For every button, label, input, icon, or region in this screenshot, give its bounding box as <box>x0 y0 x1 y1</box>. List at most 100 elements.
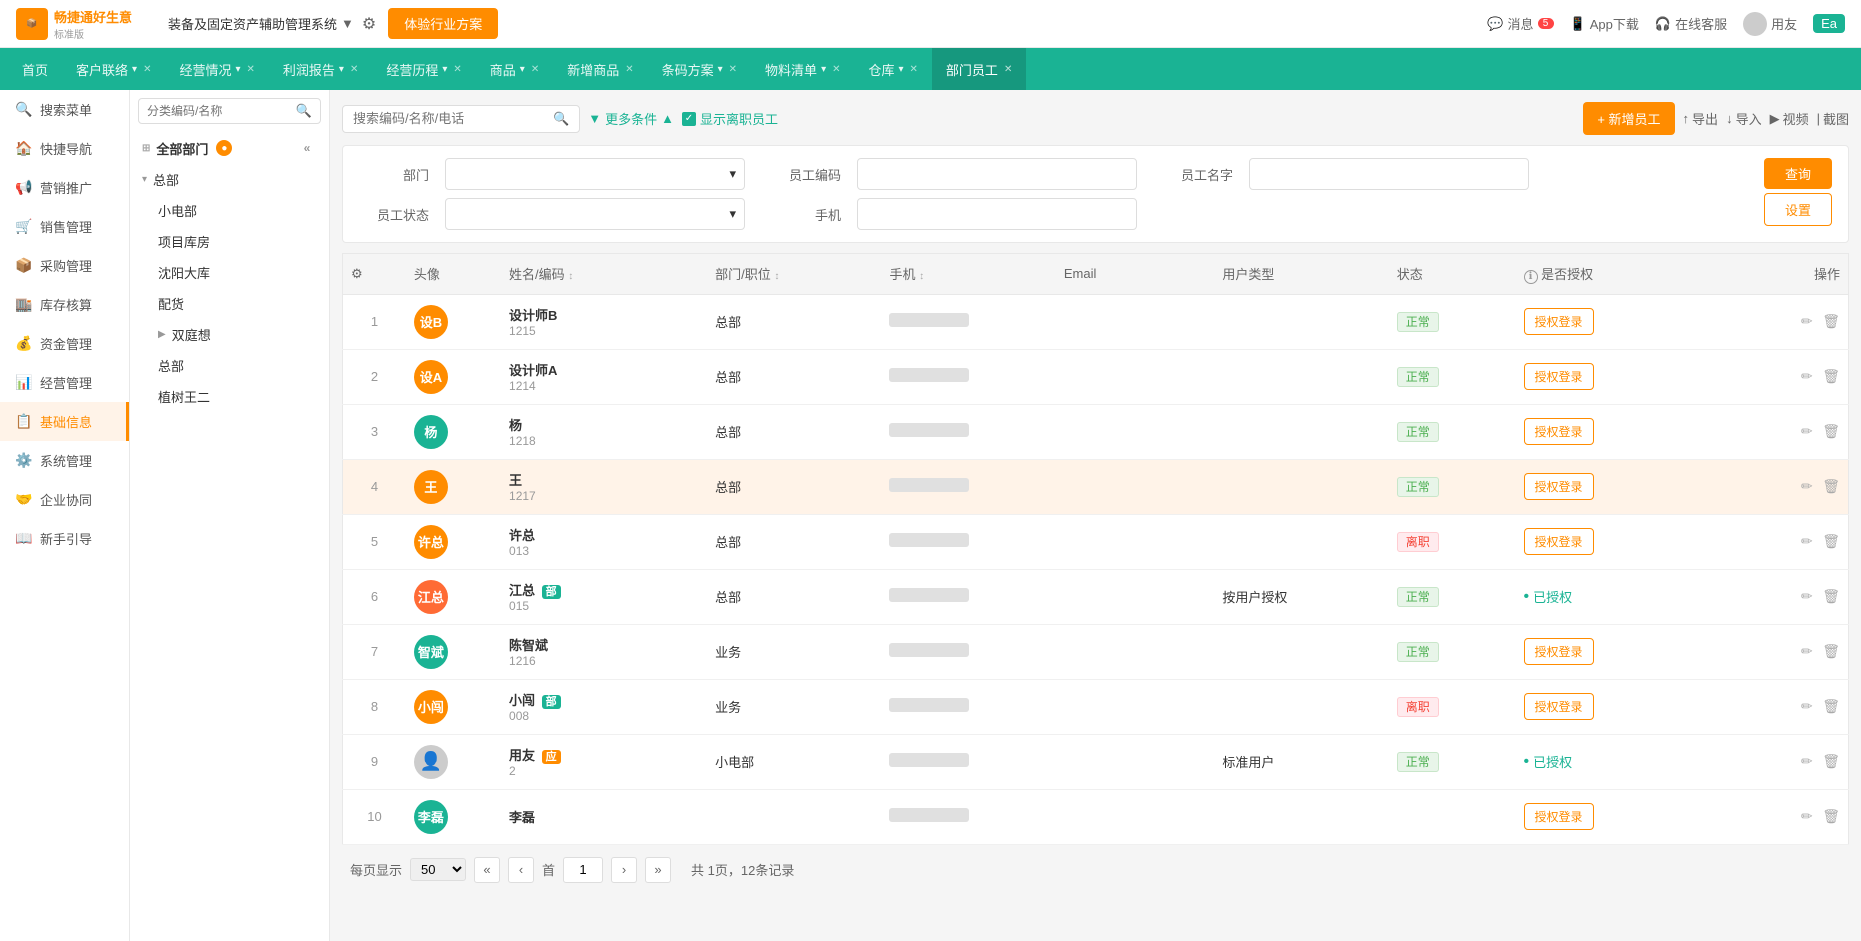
nav-tab-goods-close[interactable]: ✕ <box>531 64 539 75</box>
auth-btn-8[interactable]: 授权登录 <box>1524 693 1594 720</box>
print-btn[interactable]: | 截图 <box>1817 109 1849 128</box>
delete-icon-5[interactable]: 🗑 <box>1822 533 1840 549</box>
query-button[interactable]: 查询 <box>1764 158 1832 189</box>
show-resign-toggle[interactable]: ✓ 显示离职员工 <box>682 109 778 128</box>
th-dept[interactable]: 部门/职位 <box>707 254 881 295</box>
authorized-info-icon[interactable]: ℹ <box>1524 270 1538 284</box>
nav-tab-dept-emp-close[interactable]: ✕ <box>1004 64 1012 75</box>
filter-dept-select[interactable]: ▾ <box>445 158 745 190</box>
edit-icon-4[interactable]: ✏ <box>1801 478 1813 494</box>
nav-tab-process-close[interactable]: ✕ <box>453 64 461 75</box>
sidebar-item-quick-nav[interactable]: 🏠 快捷导航 <box>0 129 129 168</box>
sidebar-item-sales[interactable]: 🛒 销售管理 <box>0 207 129 246</box>
sidebar-item-finance[interactable]: 💰 资金管理 <box>0 324 129 363</box>
filter-status-select[interactable]: ▾ <box>445 198 745 230</box>
dept-node-shenyang[interactable]: 沈阳大库 <box>130 257 329 288</box>
sidebar-item-marketing[interactable]: 📢 营销推广 <box>0 168 129 207</box>
next-page-btn[interactable]: › <box>611 857 637 883</box>
nav-tab-business[interactable]: 经营情况 ▾ ✕ <box>165 48 268 90</box>
message-btn[interactable]: 💬 消息 5 <box>1487 14 1553 33</box>
sidebar-item-system[interactable]: ⚙️ 系统管理 <box>0 441 129 480</box>
nav-tab-barcode[interactable]: 条码方案 ▾ ✕ <box>648 48 751 90</box>
sidebar-item-cooperation[interactable]: 🤝 企业协同 <box>0 480 129 519</box>
auth-btn-5[interactable]: 授权登录 <box>1524 528 1594 555</box>
sidebar-item-search-menu[interactable]: 🔍 搜索菜单 <box>0 90 129 129</box>
th-name[interactable]: 姓名/编码 <box>501 254 707 295</box>
edit-icon-10[interactable]: ✏ <box>1801 808 1813 824</box>
dept-tree-collapse-btn[interactable]: « <box>297 138 317 158</box>
nav-tab-add-goods-close[interactable]: ✕ <box>625 64 633 75</box>
filter-phone-input[interactable] <box>857 198 1137 230</box>
delete-icon-9[interactable]: 🗑 <box>1822 753 1840 769</box>
last-page-btn[interactable]: » <box>645 857 671 883</box>
edit-icon-5[interactable]: ✏ <box>1801 533 1813 549</box>
all-dept-row[interactable]: ⊞ 全部部门 ● « <box>130 132 329 164</box>
nav-tab-barcode-close[interactable]: ✕ <box>729 64 737 75</box>
settings-icon[interactable]: ⚙ <box>362 14 376 34</box>
sidebar-item-operations[interactable]: 📊 经营管理 <box>0 363 129 402</box>
auth-btn-3[interactable]: 授权登录 <box>1524 418 1594 445</box>
more-filter-btn[interactable]: ▼ 更多条件 ▲ <box>588 109 674 128</box>
dept-node-hq2[interactable]: 总部 <box>130 350 329 381</box>
edit-icon-3[interactable]: ✏ <box>1801 423 1813 439</box>
filter-empname-input[interactable] <box>1249 158 1529 190</box>
auth-btn-1[interactable]: 授权登录 <box>1524 308 1594 335</box>
nav-tab-profit[interactable]: 利润报告 ▾ ✕ <box>269 48 372 90</box>
first-page-btn[interactable]: « <box>474 857 500 883</box>
user-btn[interactable]: 用友 <box>1743 12 1797 36</box>
export-btn[interactable]: ↑ 导出 <box>1683 109 1719 128</box>
nav-tab-add-goods[interactable]: 新增商品 ✕ <box>553 48 647 90</box>
auth-btn-4[interactable]: 授权登录 <box>1524 473 1594 500</box>
sidebar-item-guide[interactable]: 📖 新手引导 <box>0 519 129 558</box>
delete-icon-2[interactable]: 🗑 <box>1822 368 1840 384</box>
dept-node-small-elec[interactable]: 小电部 <box>130 195 329 226</box>
add-emp-button[interactable]: + 新增员工 <box>1583 102 1674 135</box>
view-btn[interactable]: ▶ 视频 <box>1770 109 1809 128</box>
sidebar-item-basic-info[interactable]: 📋 基础信息 <box>0 402 129 441</box>
auth-btn-7[interactable]: 授权登录 <box>1524 638 1594 665</box>
sidebar-item-purchase[interactable]: 📦 采购管理 <box>0 246 129 285</box>
nav-tab-goods[interactable]: 商品 ▾ ✕ <box>476 48 553 90</box>
nav-tab-material[interactable]: 物料清单 ▾ ✕ <box>751 48 854 90</box>
nav-tab-warehouse[interactable]: 仓库 ▾ ✕ <box>854 48 931 90</box>
delete-icon-7[interactable]: 🗑 <box>1822 643 1840 659</box>
nav-tab-profit-close[interactable]: ✕ <box>350 64 358 75</box>
delete-icon-3[interactable]: 🗑 <box>1822 423 1840 439</box>
nav-tab-business-close[interactable]: ✕ <box>247 64 255 75</box>
import-btn[interactable]: ↓ 导入 <box>1726 109 1762 128</box>
delete-icon-4[interactable]: 🗑 <box>1822 478 1840 494</box>
dept-search-input[interactable] <box>147 104 296 118</box>
auth-btn-2[interactable]: 授权登录 <box>1524 363 1594 390</box>
edit-icon-2[interactable]: ✏ <box>1801 368 1813 384</box>
th-phone[interactable]: 手机 <box>881 254 1055 295</box>
edit-icon-6[interactable]: ✏ <box>1801 588 1813 604</box>
nav-tab-process[interactable]: 经营历程 ▾ ✕ <box>372 48 475 90</box>
delete-icon-10[interactable]: 🗑 <box>1822 808 1840 824</box>
nav-tab-material-close[interactable]: ✕ <box>832 64 840 75</box>
set-button[interactable]: 设置 <box>1764 193 1832 226</box>
delete-icon-1[interactable]: 🗑 <box>1822 313 1840 329</box>
edit-icon-8[interactable]: ✏ <box>1801 698 1813 714</box>
auth-btn-10[interactable]: 授权登录 <box>1524 803 1594 830</box>
app-download-btn[interactable]: 📱 App下载 <box>1570 14 1639 33</box>
delete-icon-6[interactable]: 🗑 <box>1822 588 1840 604</box>
dept-node-plant[interactable]: 植树王二 <box>130 381 329 412</box>
nav-tab-customer[interactable]: 客户联络 ▾ ✕ <box>62 48 165 90</box>
dept-node-delivery[interactable]: 配货 <box>130 288 329 319</box>
prev-page-btn[interactable]: ‹ <box>508 857 534 883</box>
nav-tab-home[interactable]: 首页 <box>8 48 62 90</box>
service-btn[interactable]: 🎧 在线客服 <box>1655 14 1727 33</box>
title-dropdown-icon[interactable]: ▼ <box>341 16 354 31</box>
page-size-select[interactable]: 50 20 100 <box>410 858 466 881</box>
edit-icon-1[interactable]: ✏ <box>1801 313 1813 329</box>
dept-node-hq[interactable]: ▾ 总部 <box>130 164 329 195</box>
sidebar-item-inventory[interactable]: 🏬 库存核算 <box>0 285 129 324</box>
dept-search-icon[interactable]: 🔍 <box>296 103 312 119</box>
emp-search-icon[interactable]: 🔍 <box>553 111 569 127</box>
col-settings-icon[interactable]: ⚙ <box>351 266 363 281</box>
filter-empcode-input[interactable] <box>857 158 1137 190</box>
trial-button[interactable]: 体验行业方案 <box>388 8 498 39</box>
nav-tab-dept-emp[interactable]: 部门员工 ✕ <box>932 48 1026 90</box>
delete-icon-8[interactable]: 🗑 <box>1822 698 1840 714</box>
emp-search-input[interactable] <box>353 111 553 126</box>
